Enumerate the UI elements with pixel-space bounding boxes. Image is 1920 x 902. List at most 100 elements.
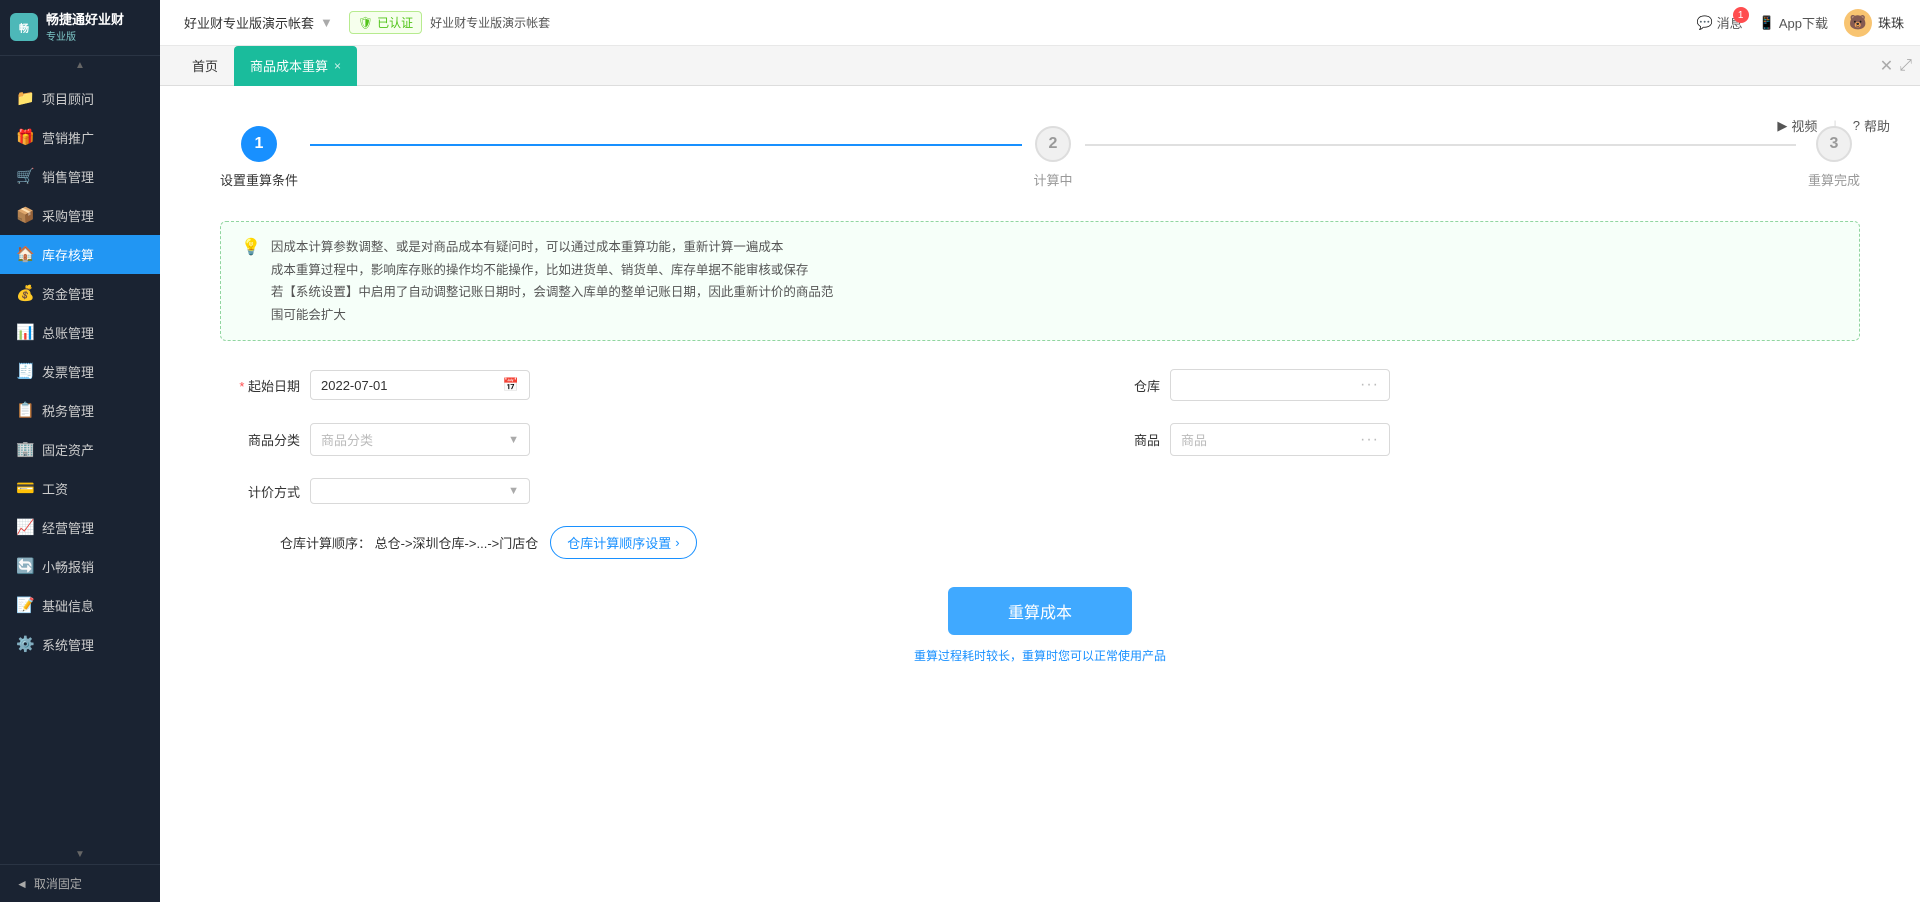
step-circle-3: 3	[1816, 126, 1852, 162]
info-line: 若【系统设置】中启用了自动调整记账日期时，会调整入库单的整单记账日期，因此重新计…	[271, 281, 834, 304]
product-placeholder: 商品	[1181, 430, 1207, 449]
sidebar-item-marketing[interactable]: 🎁 营销推广	[0, 118, 160, 157]
sidebar-item-label-salary: 工资	[42, 479, 68, 498]
start-date-value: 2022-07-01	[321, 378, 388, 393]
sidebar-footer[interactable]: ◄ 取消固定	[0, 864, 160, 902]
sidebar-item-label-assets: 固定资产	[42, 440, 94, 459]
sidebar-item-label-basic: 基础信息	[42, 596, 94, 615]
tabbar: 首页 商品成本重算 × ✕ ⤢	[160, 46, 1920, 86]
step-line-2	[1085, 144, 1796, 146]
sidebar-item-tax[interactable]: 📋 税务管理	[0, 391, 160, 430]
sidebar-item-system[interactable]: ⚙️ 系统管理	[0, 625, 160, 664]
sidebar-item-label-inventory: 库存核算	[42, 245, 94, 264]
steps: 1 设置重算条件 2 计算中 3 重算完成	[220, 116, 1860, 189]
play-icon: ▶	[1777, 118, 1787, 134]
start-date-input[interactable]: 2022-07-01 📅	[310, 370, 530, 400]
warehouse-dots-btn[interactable]: ···	[1360, 376, 1379, 394]
step-2: 2 计算中	[1034, 126, 1073, 189]
info-line: 成本重算过程中，影响库存账的操作均不能操作，比如进货单、销货单、库存单据不能审核…	[271, 259, 834, 282]
warehouse-order-value: 总仓->深圳仓库->...->门店仓	[375, 536, 539, 551]
user-name: 珠珠	[1878, 13, 1904, 32]
purchase-icon: 📦	[16, 206, 34, 224]
sidebar-item-purchase[interactable]: 📦 采购管理	[0, 196, 160, 235]
sidebar-item-label-marketing: 营销推广	[42, 128, 94, 147]
account-selector[interactable]: 好业财专业版演示帐套 ▼	[176, 9, 341, 36]
sidebar: 畅 畅捷通好业财 专业版 ▲ 📁 项目顾问 🎁 营销推广 🛒 销售管理 📦 采购…	[0, 0, 160, 902]
step-label-1: 设置重算条件	[220, 170, 298, 189]
user-profile[interactable]: 🐻 珠珠	[1844, 9, 1904, 37]
content-area: ▶ 视频 | ? 帮助 1 设置重算条件 2 计算中 3 重算完成 💡 因成本计…	[160, 86, 1920, 902]
product-input[interactable]: 商品 ···	[1170, 423, 1390, 456]
recalc-button[interactable]: 重算成本	[948, 587, 1132, 635]
info-line: 围可能会扩大	[271, 304, 834, 327]
step-3: 3 重算完成	[1808, 126, 1860, 189]
tab-cost-recalc[interactable]: 商品成本重算 ×	[234, 46, 357, 86]
warehouse-order-row: 仓库计算顺序： 总仓->深圳仓库->...->门店仓 仓库计算顺序设置 ›	[220, 526, 1860, 559]
recalc-btn-label: 重算成本	[1008, 605, 1072, 622]
info-line: 因成本计算参数调整、或是对商品成本有疑问时，可以通过成本重算功能，重新计算一遍成…	[271, 236, 834, 259]
sidebar-item-label-operation: 经营管理	[42, 518, 94, 537]
sidebar-item-operation[interactable]: 📈 经营管理	[0, 508, 160, 547]
sidebar-item-basic[interactable]: 📝 基础信息	[0, 586, 160, 625]
warehouse-input[interactable]: ···	[1170, 369, 1390, 401]
sidebar-item-salary[interactable]: 💳 工资	[0, 469, 160, 508]
category-placeholder: 商品分类	[321, 430, 373, 449]
app-logo: 畅	[10, 13, 38, 41]
sidebar-item-finance[interactable]: 💰 资金管理	[0, 274, 160, 313]
calendar-icon[interactable]: 📅	[503, 377, 519, 393]
window-close-icon[interactable]: ✕	[1880, 56, 1893, 76]
sidebar-scroll-up[interactable]: ▲	[0, 56, 160, 75]
sidebar-item-inventory[interactable]: 🏠 库存核算	[0, 235, 160, 274]
sidebar-item-sales[interactable]: 🛒 销售管理	[0, 157, 160, 196]
sidebar-item-label-finance: 资金管理	[42, 284, 94, 303]
sidebar-item-project[interactable]: 📁 项目顾问	[0, 79, 160, 118]
messages-button[interactable]: 💬 消息 1	[1696, 13, 1742, 32]
sidebar-scroll-down[interactable]: ▼	[0, 845, 160, 864]
info-text: 因成本计算参数调整、或是对商品成本有疑问时，可以通过成本重算功能，重新计算一遍成…	[271, 236, 834, 326]
inventory-icon: 🏠	[16, 245, 34, 263]
sidebar-item-invoice[interactable]: 🧾 发票管理	[0, 352, 160, 391]
recalc-btn-row: 重算成本	[220, 587, 1860, 635]
unpin-icon: ◄	[16, 877, 28, 891]
warehouse-order-btn-label: 仓库计算顺序设置	[567, 533, 671, 552]
pricing-select[interactable]: ▼	[310, 478, 530, 504]
shield-icon: 🛡	[358, 16, 373, 30]
window-expand-icon[interactable]: ⤢	[1899, 57, 1912, 75]
marketing-icon: 🎁	[16, 128, 34, 146]
form-section: 起始日期 2022-07-01 📅 仓库 ···	[220, 369, 1860, 504]
tax-icon: 📋	[16, 401, 34, 419]
logo-text: 畅	[19, 20, 29, 35]
product-label: 商品	[1080, 430, 1160, 449]
basic-icon: 📝	[16, 596, 34, 614]
step-circle-1: 1	[241, 126, 277, 162]
category-label: 商品分类	[220, 430, 300, 449]
chevron-right-icon: ›	[675, 535, 679, 550]
content-inner: ▶ 视频 | ? 帮助 1 设置重算条件 2 计算中 3 重算完成 💡 因成本计…	[160, 86, 1920, 902]
category-field: 商品分类 商品分类 ▼	[220, 423, 1000, 456]
account-name: 好业财专业版演示帐套	[184, 13, 314, 32]
topbar-left: 好业财专业版演示帐套 ▼ 🛡 已认证 好业财专业版演示帐套	[176, 9, 1684, 36]
sidebar-item-label-invoice: 发票管理	[42, 362, 94, 381]
sidebar-subtitle: 专业版	[46, 28, 124, 43]
warehouse-order-settings-btn[interactable]: 仓库计算顺序设置 ›	[550, 526, 696, 559]
info-box-content: 💡 因成本计算参数调整、或是对商品成本有疑问时，可以通过成本重算功能，重新计算一…	[241, 236, 1839, 326]
verified-label: 已认证	[377, 14, 413, 31]
expense-icon: 🔄	[16, 557, 34, 575]
sidebar-item-label-expense: 小畅报销	[42, 557, 94, 576]
sidebar-item-accounting[interactable]: 📊 总账管理	[0, 313, 160, 352]
warehouse-field: 仓库 ···	[1080, 369, 1860, 401]
hint-text: 重算过程耗时较长，重算时您可以正常使用产品	[220, 647, 1860, 664]
product-dots-btn[interactable]: ···	[1360, 431, 1379, 449]
sidebar-item-label-system: 系统管理	[42, 635, 94, 654]
warehouse-label: 仓库	[1080, 376, 1160, 395]
chevron-down-icon: ▼	[320, 15, 333, 30]
operation-icon: 📈	[16, 518, 34, 536]
category-select[interactable]: 商品分类 ▼	[310, 423, 530, 456]
tab-close-icon[interactable]: ×	[334, 59, 341, 73]
invoice-icon: 🧾	[16, 362, 34, 380]
sidebar-item-expense[interactable]: 🔄 小畅报销	[0, 547, 160, 586]
tab-home[interactable]: 首页	[176, 46, 234, 86]
help-label: 帮助	[1864, 116, 1890, 135]
sidebar-item-assets[interactable]: 🏢 固定资产	[0, 430, 160, 469]
app-download-button[interactable]: 📱 App下载	[1759, 13, 1828, 32]
